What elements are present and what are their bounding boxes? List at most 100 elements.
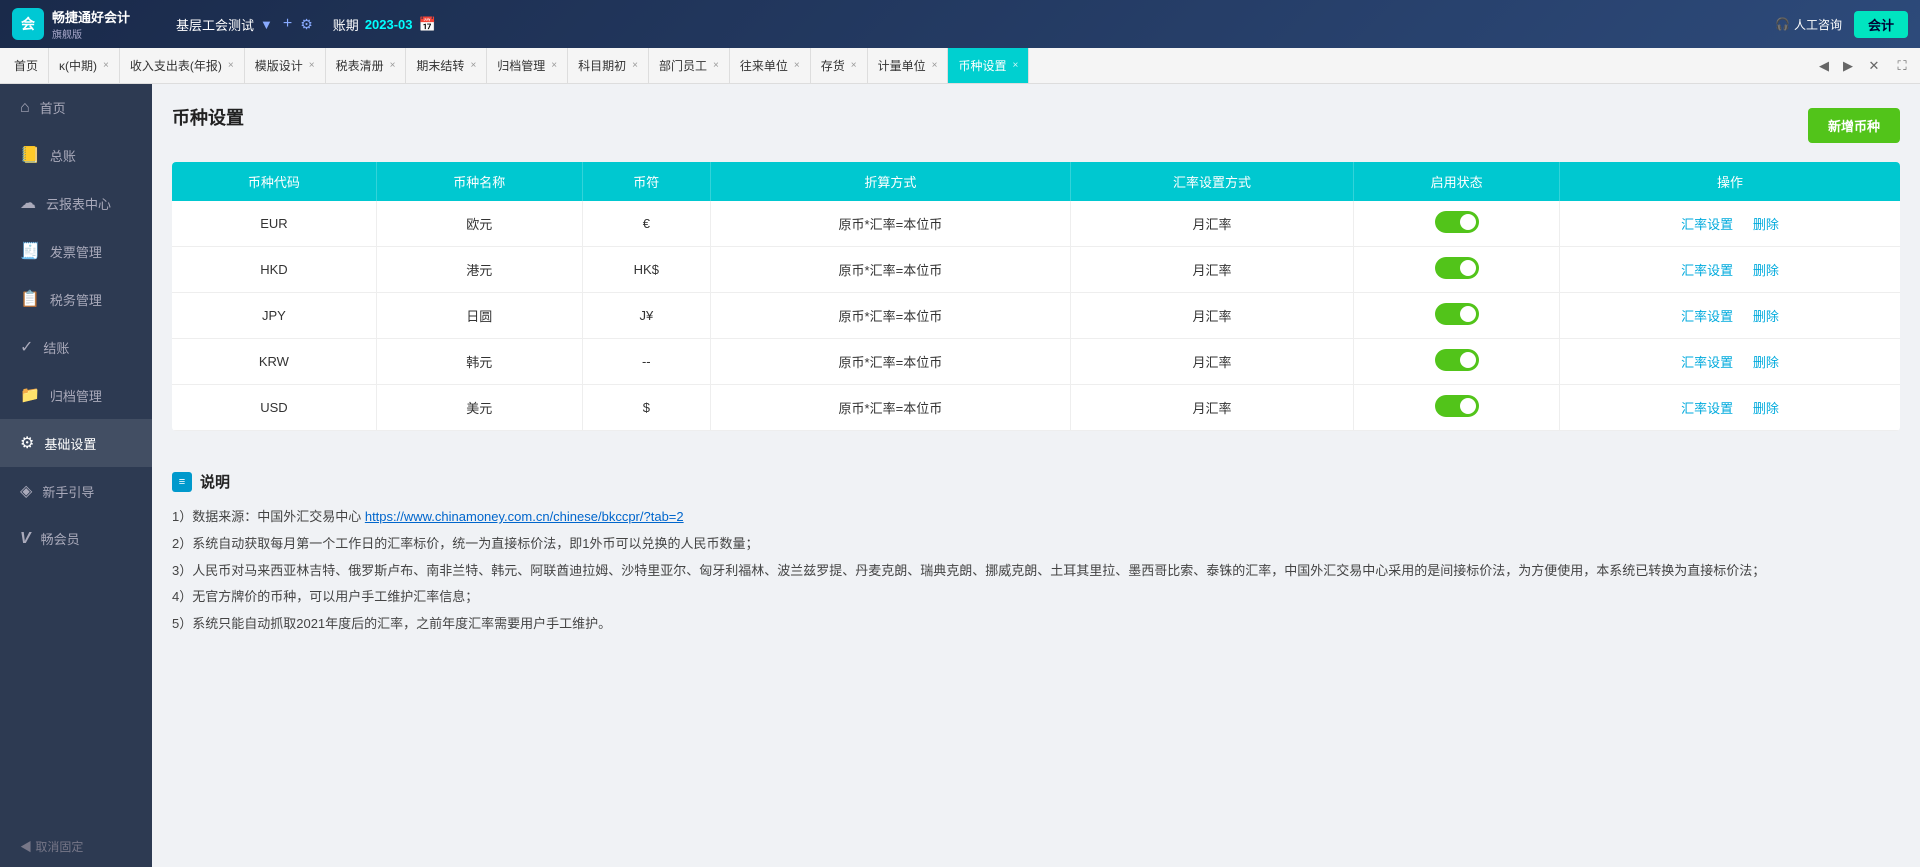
cell-symbol: --: [582, 339, 710, 385]
tab-dept-close[interactable]: ×: [713, 60, 719, 71]
tab-period-end[interactable]: 期末结转 ×: [406, 48, 487, 84]
cell-status: [1354, 339, 1560, 385]
help-label: 人工咨询: [1794, 16, 1842, 33]
rate-settings-button[interactable]: 汇率设置: [1681, 306, 1733, 325]
add-company-icon[interactable]: +: [283, 15, 292, 33]
tab-subject-close[interactable]: ×: [632, 60, 638, 71]
toggle-enabled[interactable]: [1435, 395, 1479, 417]
tab-unit[interactable]: 计量单位 ×: [868, 48, 949, 84]
tab-archive[interactable]: 归档管理 ×: [487, 48, 568, 84]
tab-period-end-close[interactable]: ×: [470, 60, 476, 71]
sidebar-item-report[interactable]: ☁ 云报表中心: [0, 179, 152, 227]
tab-unit-close[interactable]: ×: [932, 60, 938, 71]
cell-symbol: $: [582, 385, 710, 431]
cell-action: 汇率设置 删除: [1560, 339, 1901, 385]
tab-home-label: 首页: [14, 57, 38, 74]
delete-button[interactable]: 删除: [1753, 214, 1779, 233]
tab-vendor[interactable]: 往来单位 ×: [730, 48, 811, 84]
col-code: 币种代码: [172, 162, 376, 201]
help-button[interactable]: 🎧 人工咨询: [1775, 16, 1842, 33]
home-icon: ⌂: [20, 99, 30, 117]
tab-tax-label: 税表清册: [336, 57, 384, 74]
cell-calc: 原币*汇率=本位币: [710, 247, 1070, 293]
cell-symbol: €: [582, 201, 710, 247]
period-value: 2023-03: [365, 17, 413, 32]
tab-next-btn[interactable]: ▶: [1836, 48, 1860, 84]
col-status: 启用状态: [1354, 162, 1560, 201]
cell-symbol: J¥: [582, 293, 710, 339]
sidebar-item-tax[interactable]: 📋 税务管理: [0, 275, 152, 323]
sidebar-settle-label: 结账: [43, 338, 69, 357]
delete-button[interactable]: 删除: [1753, 352, 1779, 371]
tab-archive-close[interactable]: ×: [551, 60, 557, 71]
cell-code: HKD: [172, 247, 376, 293]
main-content: 币种设置 新增币种 币种代码 币种名称 币符 折算方式 汇率设置方式 启用状态 …: [152, 84, 1920, 867]
tab-dept[interactable]: 部门员工 ×: [649, 48, 730, 84]
table-row: EUR 欧元 € 原币*汇率=本位币 月汇率 汇率设置 删除: [172, 201, 1900, 247]
tab-annual[interactable]: 收入支出表(年报) ×: [120, 48, 245, 84]
rate-settings-button[interactable]: 汇率设置: [1681, 214, 1733, 233]
tab-home[interactable]: 首页: [4, 48, 49, 84]
sidebar-item-ledger[interactable]: 📒 总账: [0, 131, 152, 179]
note-item: 2）系统自动获取每月第一个工作日的汇率标价，统一为直接标价法，即1外币可以兑换的…: [172, 531, 1900, 558]
sidebar-item-basic[interactable]: ⚙ 基础设置: [0, 419, 152, 467]
toggle-enabled[interactable]: [1435, 211, 1479, 233]
notes-icon: ≡: [172, 472, 192, 492]
tab-expand-btn[interactable]: ⛶: [1888, 48, 1916, 84]
cell-action: 汇率设置 删除: [1560, 201, 1901, 247]
tab-prev-btn[interactable]: ◀: [1812, 48, 1836, 84]
app-name: 畅捷通好会计: [52, 7, 130, 26]
cell-calc: 原币*汇率=本位币: [710, 339, 1070, 385]
period-section: 账期 2023-03 📅: [333, 15, 436, 34]
tab-inventory[interactable]: 存货 ×: [811, 48, 868, 84]
tab-template[interactable]: 模版设计 ×: [245, 48, 326, 84]
delete-button[interactable]: 删除: [1753, 398, 1779, 417]
tab-template-close[interactable]: ×: [309, 60, 315, 71]
sidebar-item-home[interactable]: ⌂ 首页: [0, 84, 152, 131]
account-button[interactable]: 会计: [1854, 11, 1908, 38]
tab-period-close[interactable]: ×: [103, 60, 109, 71]
cell-action: 汇率设置 删除: [1560, 385, 1901, 431]
sidebar-tax-label: 税务管理: [50, 290, 102, 309]
cell-status: [1354, 247, 1560, 293]
dropdown-icon[interactable]: ▼: [260, 17, 273, 32]
tab-tax[interactable]: 税表清册 ×: [326, 48, 407, 84]
tab-annual-close[interactable]: ×: [228, 60, 234, 71]
sidebar-guide-label: 新手引导: [42, 482, 94, 501]
sidebar-item-guide[interactable]: ◈ 新手引导: [0, 467, 152, 515]
note-item: 1）数据来源：中国外汇交易中心 https://www.chinamoney.c…: [172, 504, 1900, 531]
tab-subject[interactable]: 科目期初 ×: [568, 48, 649, 84]
delete-button[interactable]: 删除: [1753, 260, 1779, 279]
sidebar-basic-label: 基础设置: [44, 434, 96, 453]
rate-settings-button[interactable]: 汇率设置: [1681, 260, 1733, 279]
new-currency-button[interactable]: 新增币种: [1808, 108, 1900, 143]
tab-vendor-close[interactable]: ×: [794, 60, 800, 71]
toggle-enabled[interactable]: [1435, 303, 1479, 325]
notes-link[interactable]: https://www.chinamoney.com.cn/chinese/bk…: [365, 509, 684, 524]
tab-inventory-close[interactable]: ×: [851, 60, 857, 71]
tab-tax-close[interactable]: ×: [390, 60, 396, 71]
tab-currency-close[interactable]: ×: [1012, 60, 1018, 71]
sidebar-item-archive[interactable]: 📁 归档管理: [0, 371, 152, 419]
tab-currency-label: 币种设置: [958, 57, 1006, 74]
invoice-icon: 🧾: [20, 241, 40, 261]
sidebar-item-invoice[interactable]: 🧾 发票管理: [0, 227, 152, 275]
archive-icon: 📁: [20, 385, 40, 405]
cell-calc: 原币*汇率=本位币: [710, 293, 1070, 339]
calendar-icon[interactable]: 📅: [419, 16, 436, 33]
sidebar-pin-btn[interactable]: ◀ 取消固定: [0, 826, 152, 867]
sidebar-item-member[interactable]: V 畅会员: [0, 515, 152, 562]
toggle-enabled[interactable]: [1435, 349, 1479, 371]
tab-period[interactable]: κ(中期) ×: [49, 48, 120, 84]
settings-icon[interactable]: ⚙: [300, 16, 313, 33]
rate-settings-button[interactable]: 汇率设置: [1681, 398, 1733, 417]
delete-button[interactable]: 删除: [1753, 306, 1779, 325]
tab-close-btn[interactable]: ✕: [1860, 48, 1888, 84]
header-right: 🎧 人工咨询 会计: [1775, 11, 1908, 38]
rate-settings-button[interactable]: 汇率设置: [1681, 352, 1733, 371]
sidebar-item-settle[interactable]: ✓ 结账: [0, 323, 152, 371]
guide-icon: ◈: [20, 481, 32, 501]
sidebar-invoice-label: 发票管理: [50, 242, 102, 261]
toggle-enabled[interactable]: [1435, 257, 1479, 279]
tab-currency[interactable]: 币种设置 ×: [948, 48, 1029, 84]
